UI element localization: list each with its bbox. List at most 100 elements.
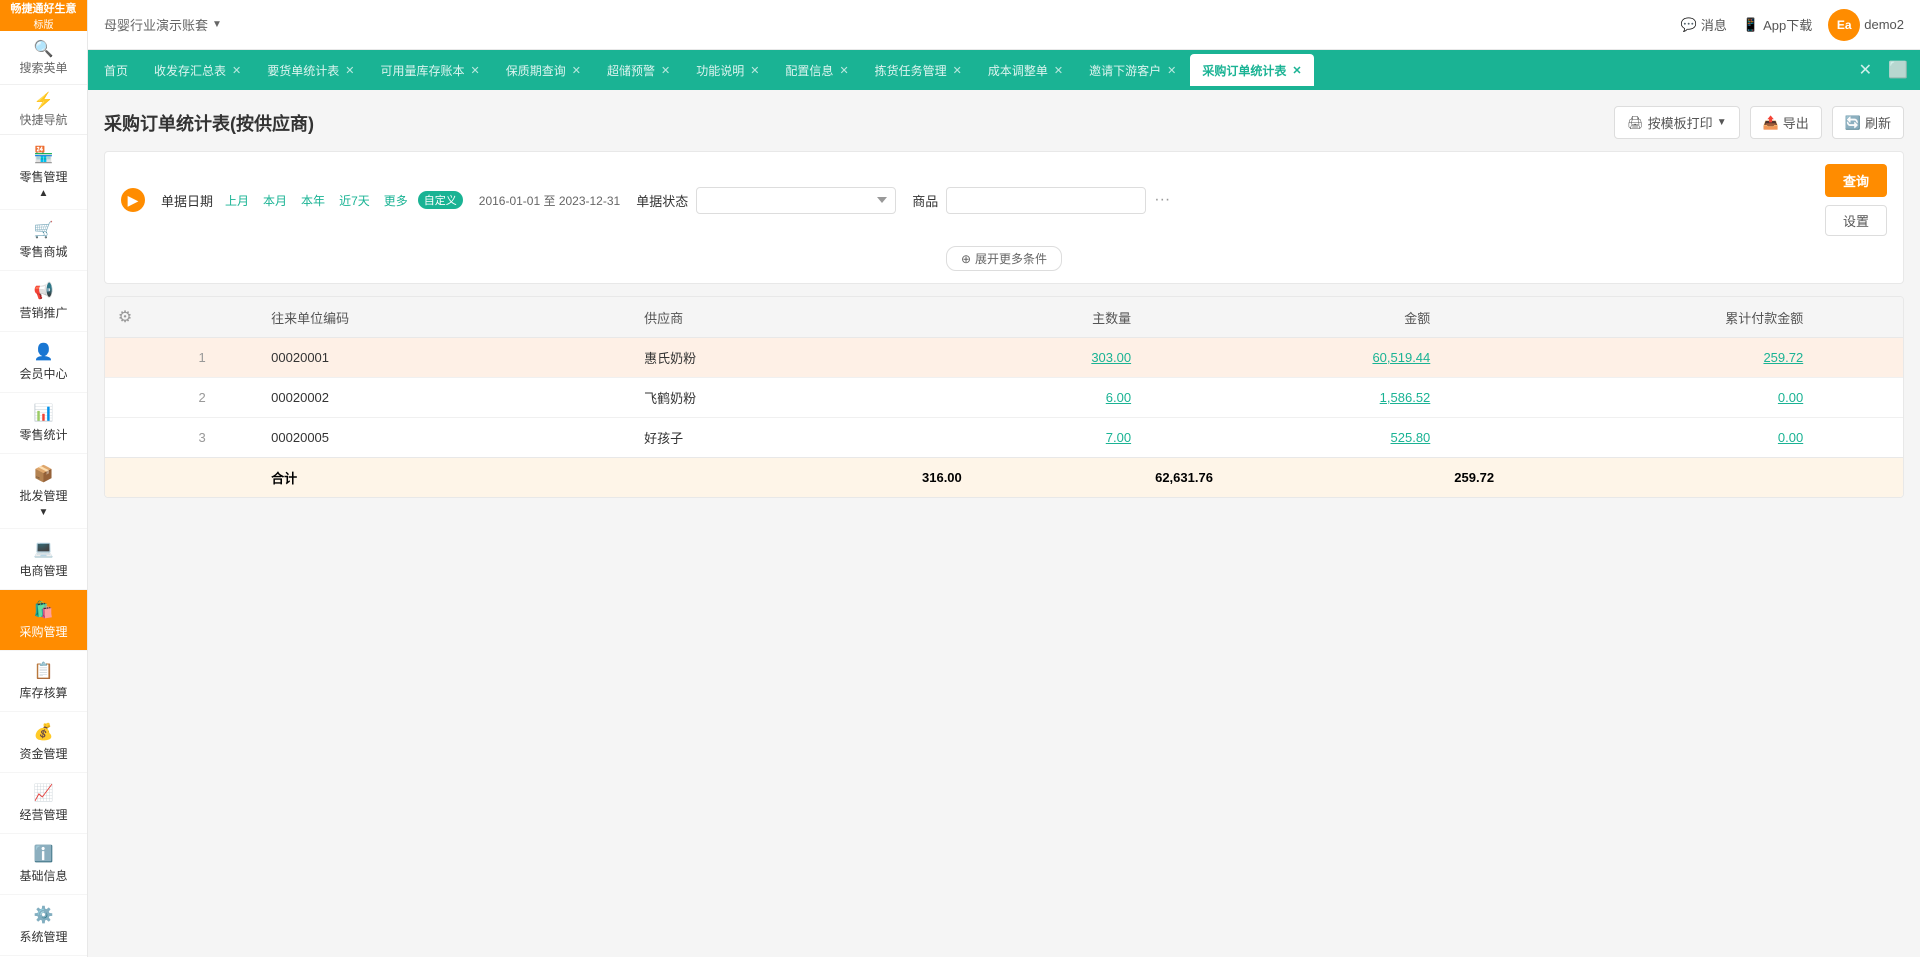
- table-footer-row: 合计 316.00 62,631.76 259.72: [105, 458, 1903, 498]
- sidebar-item-wholesale[interactable]: 📦 批发管理 ▼: [0, 454, 87, 529]
- top-bar: 母婴行业演示账套 ▼ 💬 消息 📱 App下载 Ea demo2: [88, 0, 1920, 50]
- tab-pick-task[interactable]: 拣货任务管理 ✕: [863, 54, 974, 86]
- table-row[interactable]: 3 00020005 好孩子 7.00 525.80 0.00: [105, 418, 1903, 458]
- tab-available-inventory-label: 可用量库存账本: [380, 62, 464, 79]
- sidebar-item-retail[interactable]: 🏪 零售管理 ▲: [0, 135, 87, 210]
- print-button[interactable]: 🖨 按模板打印 ▼: [1614, 106, 1739, 139]
- date-this-month-btn[interactable]: 本月: [259, 190, 291, 211]
- org-selector[interactable]: 母婴行业演示账套 ▼: [104, 15, 222, 34]
- tab-collect-pay[interactable]: 收发存汇总表 ✕: [142, 54, 253, 86]
- sidebar-item-purchase[interactable]: 🛍️ 采购管理: [0, 590, 87, 651]
- row1-paid[interactable]: 259.72: [1442, 338, 1815, 378]
- sidebar-item-retail-stats[interactable]: 📊 零售统计: [0, 393, 87, 454]
- tab-home[interactable]: 首页: [92, 54, 140, 86]
- tab-invite-downstream-close[interactable]: ✕: [1167, 64, 1176, 77]
- more-options-icon[interactable]: ···: [1154, 191, 1170, 209]
- tab-purchase-order-stats-close[interactable]: ✕: [1292, 64, 1301, 77]
- table-row[interactable]: 2 00020002 飞鹤奶粉 6.00 1,586.52 0.00: [105, 378, 1903, 418]
- column-settings-icon[interactable]: ⚙: [118, 307, 132, 327]
- date-last-month-btn[interactable]: 上月: [221, 190, 253, 211]
- top-bar-left: 母婴行业演示账套 ▼: [104, 15, 222, 34]
- sidebar-item-member[interactable]: 👤 会员中心: [0, 332, 87, 393]
- sidebar-item-system[interactable]: ⚙️ 系统管理: [0, 895, 87, 956]
- row3-paid[interactable]: 0.00: [1442, 418, 1815, 458]
- row3-amount[interactable]: 525.80: [1143, 418, 1442, 458]
- sidebar-item-operations[interactable]: 📈 经营管理: [0, 773, 87, 834]
- query-button[interactable]: 查询: [1825, 164, 1887, 197]
- message-icon: 💬: [1681, 17, 1697, 33]
- message-label: 消息: [1701, 15, 1727, 34]
- row1-index: 1: [145, 338, 259, 378]
- page-header: 采购订单统计表(按供应商) 🖨 按模板打印 ▼ 📤 导出 🔄 刷新: [104, 106, 1904, 139]
- code-col-header: 往来单位编码: [259, 297, 632, 338]
- tab-invite-downstream-label: 邀请下游客户: [1089, 62, 1161, 79]
- index-col-header: [145, 297, 259, 338]
- row1-amount[interactable]: 60,519.44: [1143, 338, 1442, 378]
- wholesale-icon: 📦: [34, 464, 54, 484]
- tab-config-info[interactable]: 配置信息 ✕: [773, 54, 860, 86]
- tab-available-inventory[interactable]: 可用量库存账本 ✕: [368, 54, 491, 86]
- tab-pick-task-close[interactable]: ✕: [953, 64, 962, 77]
- settings-col-header[interactable]: ⚙: [105, 297, 145, 338]
- marketing-icon: 📢: [34, 281, 54, 301]
- tab-available-inventory-close[interactable]: ✕: [471, 64, 480, 77]
- tab-validity-query-close[interactable]: ✕: [572, 64, 581, 77]
- sidebar-item-retail-shop[interactable]: 🛒 零售商城: [0, 210, 87, 271]
- tab-close-all-button[interactable]: ✕: [1855, 58, 1876, 82]
- row2-quantity[interactable]: 6.00: [910, 378, 1143, 418]
- footer-settings: [105, 458, 145, 498]
- expand-more-btn[interactable]: ⊕ 展开更多条件: [946, 246, 1062, 271]
- sidebar-item-marketing[interactable]: 📢 营销推广: [0, 271, 87, 332]
- tab-function-desc[interactable]: 功能说明 ✕: [684, 54, 771, 86]
- tab-overstock[interactable]: 超储预警 ✕: [595, 54, 682, 86]
- tab-cost-adjust[interactable]: 成本调整单 ✕: [976, 54, 1075, 86]
- tab-purchase-order-stats[interactable]: 采购订单统计表 ✕: [1190, 54, 1313, 86]
- refresh-icon: 🔄: [1845, 115, 1861, 131]
- filter-row-main: ▶ 单据日期 上月 本月 本年 近7天 更多 自定义 2016-01-01 至: [121, 164, 1887, 236]
- tab-validity-query[interactable]: 保质期查询 ✕: [494, 54, 593, 86]
- sidebar-item-inventory[interactable]: 📋 库存核算: [0, 651, 87, 712]
- sidebar-item-ecommerce[interactable]: 💻 电商管理: [0, 529, 87, 590]
- quick-nav-item[interactable]: ⚡ 快捷导航: [0, 85, 87, 135]
- tab-overstock-close[interactable]: ✕: [661, 64, 670, 77]
- tab-collect-pay-close[interactable]: ✕: [232, 64, 241, 77]
- row1-quantity[interactable]: 303.00: [910, 338, 1143, 378]
- tab-invite-downstream[interactable]: 邀请下游客户 ✕: [1077, 54, 1188, 86]
- row3-quantity[interactable]: 7.00: [910, 418, 1143, 458]
- tab-maximize-button[interactable]: ⬜: [1884, 58, 1912, 82]
- export-button[interactable]: 📤 导出: [1750, 106, 1822, 139]
- tab-order-stats-close[interactable]: ✕: [345, 64, 354, 77]
- filter-toggle-button[interactable]: ▶: [121, 188, 145, 212]
- row2-paid[interactable]: 0.00: [1442, 378, 1815, 418]
- tab-order-stats[interactable]: 要货单统计表 ✕: [255, 54, 366, 86]
- sidebar-item-system-label: 系统管理: [19, 928, 67, 945]
- date-more-btn[interactable]: 更多: [380, 190, 412, 211]
- tab-function-desc-close[interactable]: ✕: [750, 64, 759, 77]
- row2-amount[interactable]: 1,586.52: [1143, 378, 1442, 418]
- extra-col-header: [1815, 297, 1903, 338]
- date-this-year-btn[interactable]: 本年: [297, 190, 329, 211]
- tab-cost-adjust-close[interactable]: ✕: [1054, 64, 1063, 77]
- message-button[interactable]: 💬 消息: [1681, 15, 1727, 34]
- user-menu[interactable]: Ea demo2: [1828, 9, 1904, 41]
- date-custom-badge[interactable]: 自定义: [418, 191, 463, 209]
- app-download-button[interactable]: 📱 App下载: [1743, 15, 1812, 34]
- tab-function-desc-label: 功能说明: [696, 62, 744, 79]
- search-menu-item[interactable]: 🔍 搜索英单: [0, 31, 87, 85]
- row1-code: 00020001: [259, 338, 632, 378]
- sidebar-item-finance[interactable]: 💰 资金管理: [0, 712, 87, 773]
- row3-extra: [1815, 418, 1903, 458]
- goods-input[interactable]: [946, 187, 1146, 214]
- tab-config-info-close[interactable]: ✕: [839, 64, 848, 77]
- table-row[interactable]: 1 00020001 惠氏奶粉 303.00 60,519.44 259.72: [105, 338, 1903, 378]
- expand-down-icon: ⊕: [961, 252, 971, 266]
- print-label: 按模板打印: [1648, 113, 1713, 132]
- status-select[interactable]: [696, 187, 896, 214]
- refresh-button[interactable]: 🔄 刷新: [1832, 106, 1904, 139]
- tab-purchase-order-stats-label: 采购订单统计表: [1202, 62, 1286, 79]
- date-filter-label: 单据日期: [161, 191, 213, 210]
- date-filter-group: 单据日期 上月 本月 本年 近7天 更多 自定义: [161, 190, 463, 211]
- date-last7-btn[interactable]: 近7天: [335, 190, 374, 211]
- sidebar-item-basic[interactable]: ℹ️ 基础信息: [0, 834, 87, 895]
- settings-button[interactable]: 设置: [1825, 205, 1887, 236]
